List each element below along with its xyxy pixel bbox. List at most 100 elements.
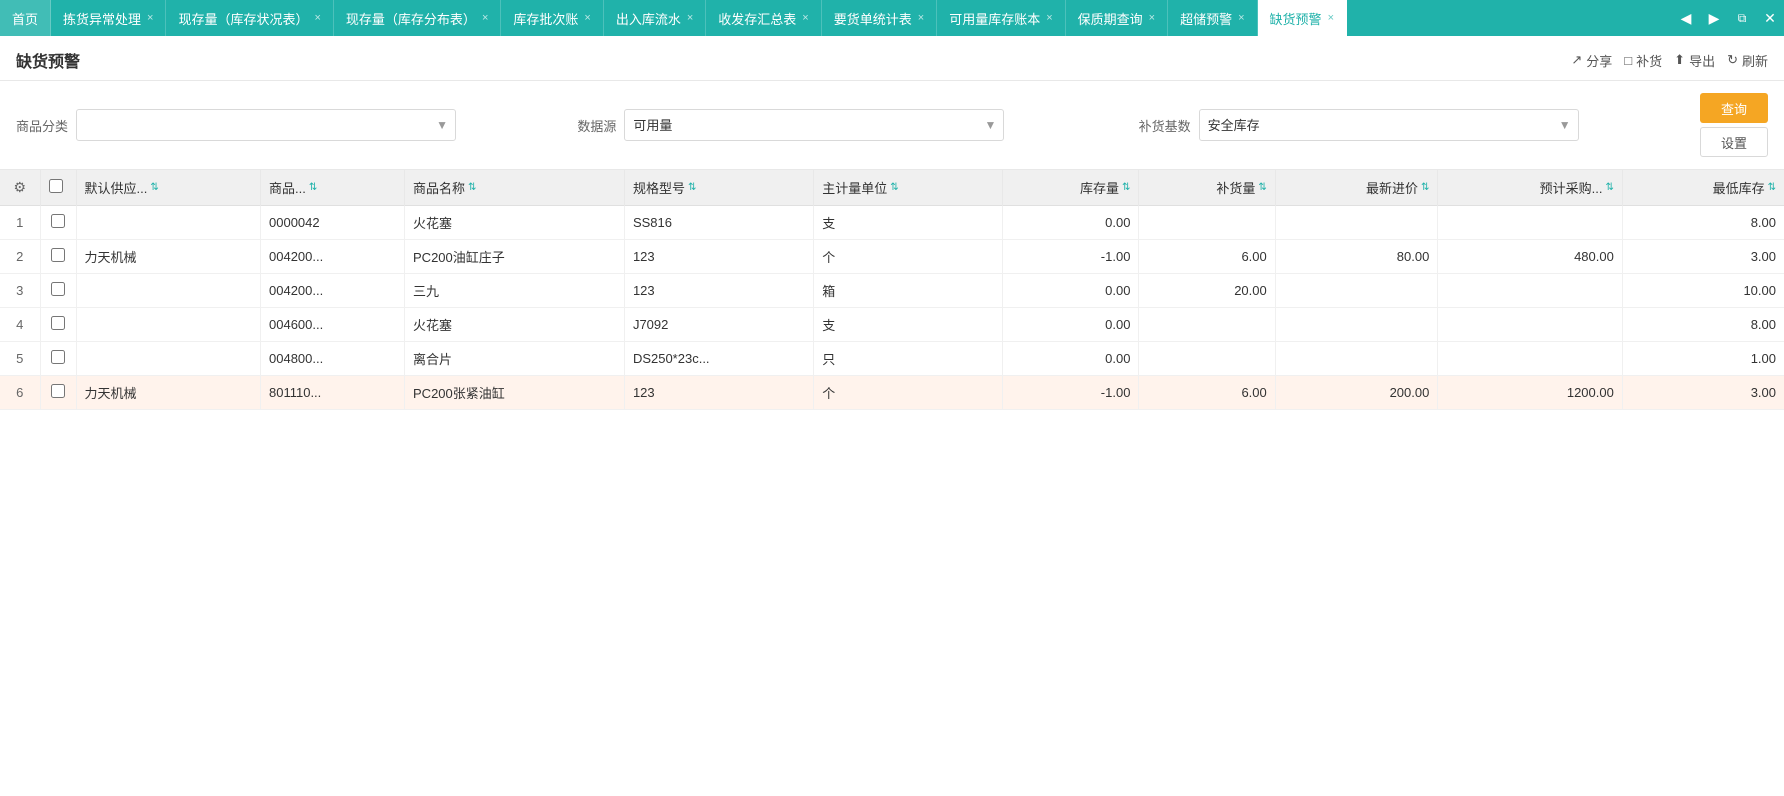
sort-icon: ⇅ (150, 182, 158, 193)
row-select-4[interactable] (51, 316, 65, 330)
page-title: 缺货预警 (16, 48, 80, 72)
row-checkbox-3 (40, 274, 76, 308)
table-row: 2 力天机械 004200... PC200油缸庄子 123 个 -1.00 6… (0, 240, 1784, 274)
data-source-select-wrap: 可用量 ▼ (624, 109, 1004, 141)
row-replenish-qty-6: 6.00 (1139, 376, 1275, 410)
replenish-basis-group: 补货基数 安全库存 ▼ (1139, 109, 1680, 141)
row-num-4: 4 (0, 308, 40, 342)
row-unit-6: 个 (814, 376, 1003, 410)
tab-prev-btn[interactable]: ◀ (1672, 0, 1700, 36)
row-product-code-6: 801110... (261, 376, 405, 410)
row-replenish-qty-5 (1139, 342, 1275, 376)
replenish-btn[interactable]: □ 补货 (1624, 51, 1662, 70)
row-stock-qty-2: -1.00 (1003, 240, 1139, 274)
row-select-3[interactable] (51, 282, 65, 296)
row-select-2[interactable] (51, 248, 65, 262)
tab-overstock[interactable]: 超储预警 × (1168, 0, 1257, 36)
tab-stock-status[interactable]: 现存量（库存状况表） × (166, 0, 333, 36)
tab-batch[interactable]: 库存批次账 × (501, 0, 603, 36)
product-name-sort[interactable]: 商品名称 ⇅ (413, 178, 476, 197)
tab-close-abnormal[interactable]: × (147, 12, 153, 24)
row-spec-2: 123 (624, 240, 813, 274)
tab-home[interactable]: 首页 (0, 0, 51, 36)
data-source-group: 数据源 可用量 ▼ (577, 109, 1118, 141)
tab-close-overstock[interactable]: × (1238, 12, 1244, 24)
refresh-btn[interactable]: ↻ 刷新 (1727, 51, 1768, 70)
unit-sort[interactable]: 主计量单位 ⇅ (822, 178, 898, 197)
stock-qty-sort[interactable]: 库存量 ⇅ (1080, 178, 1130, 197)
min-stock-sort[interactable]: 最低库存 ⇅ (1713, 178, 1776, 197)
tab-close-available[interactable]: × (1046, 12, 1052, 24)
row-num-1: 1 (0, 206, 40, 240)
row-supplier-5 (76, 342, 261, 376)
product-code-sort[interactable]: 商品... ⇅ (269, 178, 317, 197)
tab-close-expire[interactable]: × (1149, 12, 1155, 24)
row-select-1[interactable] (51, 214, 65, 228)
sort-icon-8: ⇅ (1421, 182, 1429, 193)
tab-close-batch[interactable]: × (584, 12, 590, 24)
supplier-sort[interactable]: 默认供应... ⇅ (85, 178, 159, 197)
refresh-icon: ↻ (1727, 52, 1738, 68)
estimated-purchase-sort[interactable]: 预计采购... ⇅ (1540, 178, 1614, 197)
row-latest-price-5 (1275, 342, 1438, 376)
product-category-select[interactable] (76, 109, 456, 141)
tab-expire[interactable]: 保质期查询 × (1066, 0, 1168, 36)
tab-next-btn[interactable]: ▶ (1700, 0, 1728, 36)
row-latest-price-1 (1275, 206, 1438, 240)
tab-close-collect[interactable]: × (802, 12, 808, 24)
query-button[interactable]: 查询 (1700, 93, 1768, 123)
row-estimated-purchase-6: 1200.00 (1438, 376, 1623, 410)
col-unit: 主计量单位 ⇅ (814, 170, 1003, 206)
tab-inout[interactable]: 出入库流水 × (604, 0, 706, 36)
settings-button[interactable]: 设置 (1700, 127, 1768, 157)
row-replenish-qty-4 (1139, 308, 1275, 342)
tab-shortage[interactable]: 缺货预警 × (1258, 0, 1347, 36)
tab-close-inout[interactable]: × (687, 12, 693, 24)
row-select-6[interactable] (51, 384, 65, 398)
row-spec-6: 123 (624, 376, 813, 410)
row-replenish-qty-3: 20.00 (1139, 274, 1275, 308)
replenish-qty-sort[interactable]: 补货量 ⇅ (1216, 178, 1266, 197)
row-supplier-3 (76, 274, 261, 308)
export-btn[interactable]: ⬆ 导出 (1674, 51, 1715, 70)
tab-close-stock-dist[interactable]: × (482, 12, 488, 24)
replenish-basis-label: 补货基数 (1139, 116, 1191, 135)
replenish-basis-select[interactable]: 安全库存 (1199, 109, 1579, 141)
filter-actions: 查询 设置 (1700, 93, 1768, 157)
row-product-code-2: 004200... (261, 240, 405, 274)
data-table: ⚙ 默认供应... ⇅ 商品... ⇅ (0, 170, 1784, 410)
row-replenish-qty-2: 6.00 (1139, 240, 1275, 274)
tab-demand[interactable]: 要货单统计表 × (822, 0, 937, 36)
spec-sort[interactable]: 规格型号 ⇅ (633, 178, 696, 197)
tab-abnormal[interactable]: 拣货异常处理 × (51, 0, 166, 36)
row-estimated-purchase-4 (1438, 308, 1623, 342)
row-select-5[interactable] (51, 350, 65, 364)
share-btn[interactable]: ↗ 分享 (1571, 51, 1612, 70)
row-product-name-1: 火花塞 (405, 206, 625, 240)
row-unit-5: 只 (814, 342, 1003, 376)
data-source-select[interactable]: 可用量 (624, 109, 1004, 141)
table-body: 1 0000042 火花塞 SS816 支 0.00 8.00 2 力天机械 0… (0, 206, 1784, 410)
row-product-code-5: 004800... (261, 342, 405, 376)
tab-close-shortage[interactable]: × (1328, 12, 1334, 24)
table-row: 5 004800... 离合片 DS250*23c... 只 0.00 1.00 (0, 342, 1784, 376)
gear-icon[interactable]: ⚙ (13, 179, 26, 195)
row-product-name-5: 离合片 (405, 342, 625, 376)
tab-close-all-btn[interactable]: ✕ (1756, 0, 1784, 36)
row-min-stock-3: 10.00 (1622, 274, 1784, 308)
row-latest-price-3 (1275, 274, 1438, 308)
col-supplier: 默认供应... ⇅ (76, 170, 261, 206)
latest-price-sort[interactable]: 最新进价 ⇅ (1366, 178, 1429, 197)
tab-stock-dist[interactable]: 现存量（库存分布表） × (334, 0, 501, 36)
row-supplier-2: 力天机械 (76, 240, 261, 274)
tab-available[interactable]: 可用量库存账本 × (937, 0, 1065, 36)
tab-collect[interactable]: 收发存汇总表 × (706, 0, 821, 36)
select-all-checkbox[interactable] (49, 179, 63, 193)
tab-close-stock-status[interactable]: × (314, 12, 320, 24)
sort-icon-7: ⇅ (1258, 182, 1266, 193)
row-num-2: 2 (0, 240, 40, 274)
tab-restore-btn[interactable]: ⧉ (1728, 0, 1756, 36)
tab-close-demand[interactable]: × (918, 12, 924, 24)
sort-icon-10: ⇅ (1768, 182, 1776, 193)
row-product-name-6: PC200张紧油缸 (405, 376, 625, 410)
